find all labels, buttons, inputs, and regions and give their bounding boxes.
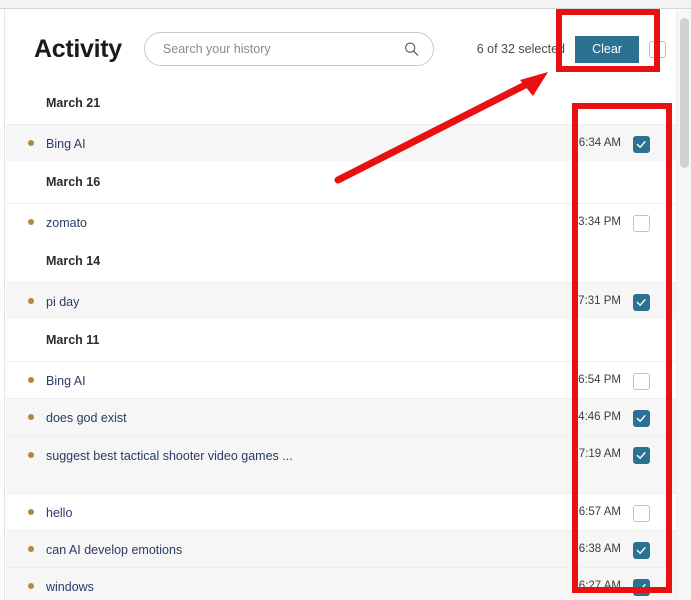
activity-list: March 21Bing AI6:34 AMMarch 16zomato3:34… [6,82,676,600]
scrollbar-thumb[interactable] [680,18,689,168]
activity-row-label[interactable]: Bing AI [46,362,466,390]
row-checkbox-unchecked[interactable] [633,215,650,232]
scrollbar-track[interactable] [676,10,691,600]
row-checkbox-checked[interactable] [633,410,650,427]
window-left-edge [0,9,5,600]
row-checkbox-checked[interactable] [633,136,650,153]
activity-row[interactable]: Bing AI 6:54 PM [6,361,676,398]
row-checkbox-checked[interactable] [633,294,650,311]
activity-panel: Activity 6 of 32 selected Clear March 21… [6,10,676,600]
activity-row-time: 7:31 PM [578,283,621,307]
date-group-header: March 11 [6,319,676,361]
activity-row-time: 6:57 AM [579,494,621,518]
bullet-icon [28,140,34,146]
bullet-icon [28,583,34,589]
row-checkbox-unchecked[interactable] [633,373,650,390]
date-group-header: March 16 [6,161,676,203]
bullet-icon [28,414,34,420]
activity-row[interactable]: suggest best tactical shooter video game… [6,435,676,493]
activity-row-time: 3:34 PM [578,204,621,228]
search-icon[interactable] [404,42,419,57]
activity-row-time: 7:19 AM [579,436,621,460]
bullet-icon [28,377,34,383]
row-checkbox-checked[interactable] [633,542,650,559]
activity-row-label[interactable]: Bing AI [46,125,466,153]
bullet-icon [28,298,34,304]
row-checkbox-checked[interactable] [633,579,650,596]
activity-row-time: 6:54 PM [578,362,621,386]
activity-row[interactable]: Bing AI 6:34 AM [6,124,676,161]
activity-header: Activity 6 of 32 selected Clear [6,18,676,80]
header-actions: 6 of 32 selected Clear [477,36,668,63]
activity-row[interactable]: hello 6:57 AM [6,493,676,530]
browser-chrome-strip [0,0,691,9]
clear-button[interactable]: Clear [575,36,639,63]
activity-row-label[interactable]: windows [46,568,466,596]
date-group-header: March 14 [6,240,676,282]
activity-row-time: 4:46 PM [578,399,621,423]
activity-page: Activity 6 of 32 selected Clear March 21… [0,0,691,600]
select-all-checkbox[interactable] [649,41,666,58]
activity-row-label[interactable]: suggest best tactical shooter video game… [46,436,466,465]
activity-row-time: 6:38 AM [579,531,621,555]
search-input[interactable] [145,33,433,65]
page-title: Activity [34,35,122,64]
search-box[interactable] [144,32,434,66]
activity-row-label[interactable]: can AI develop emotions [46,531,466,559]
activity-row-time: 6:34 AM [579,125,621,149]
activity-row-label[interactable]: pi day [46,283,466,311]
row-checkbox-unchecked[interactable] [633,505,650,522]
bullet-icon [28,546,34,552]
bullet-icon [28,509,34,515]
bullet-icon [28,452,34,458]
date-group-header: March 21 [6,82,676,124]
activity-row[interactable]: pi day 7:31 PM [6,282,676,319]
activity-row-label[interactable]: zomato [46,204,466,232]
activity-row-label[interactable]: does god exist [46,399,466,427]
row-checkbox-checked[interactable] [633,447,650,464]
activity-row[interactable]: zomato 3:34 PM [6,203,676,240]
activity-row-label[interactable]: hello [46,494,466,522]
bullet-icon [28,219,34,225]
activity-row[interactable]: does god exist 4:46 PM [6,398,676,435]
activity-row[interactable]: can AI develop emotions 6:38 AM [6,530,676,567]
activity-row[interactable]: windows 6:27 AM [6,567,676,600]
activity-row-time: 6:27 AM [579,568,621,592]
selection-count: 6 of 32 selected [477,42,565,56]
